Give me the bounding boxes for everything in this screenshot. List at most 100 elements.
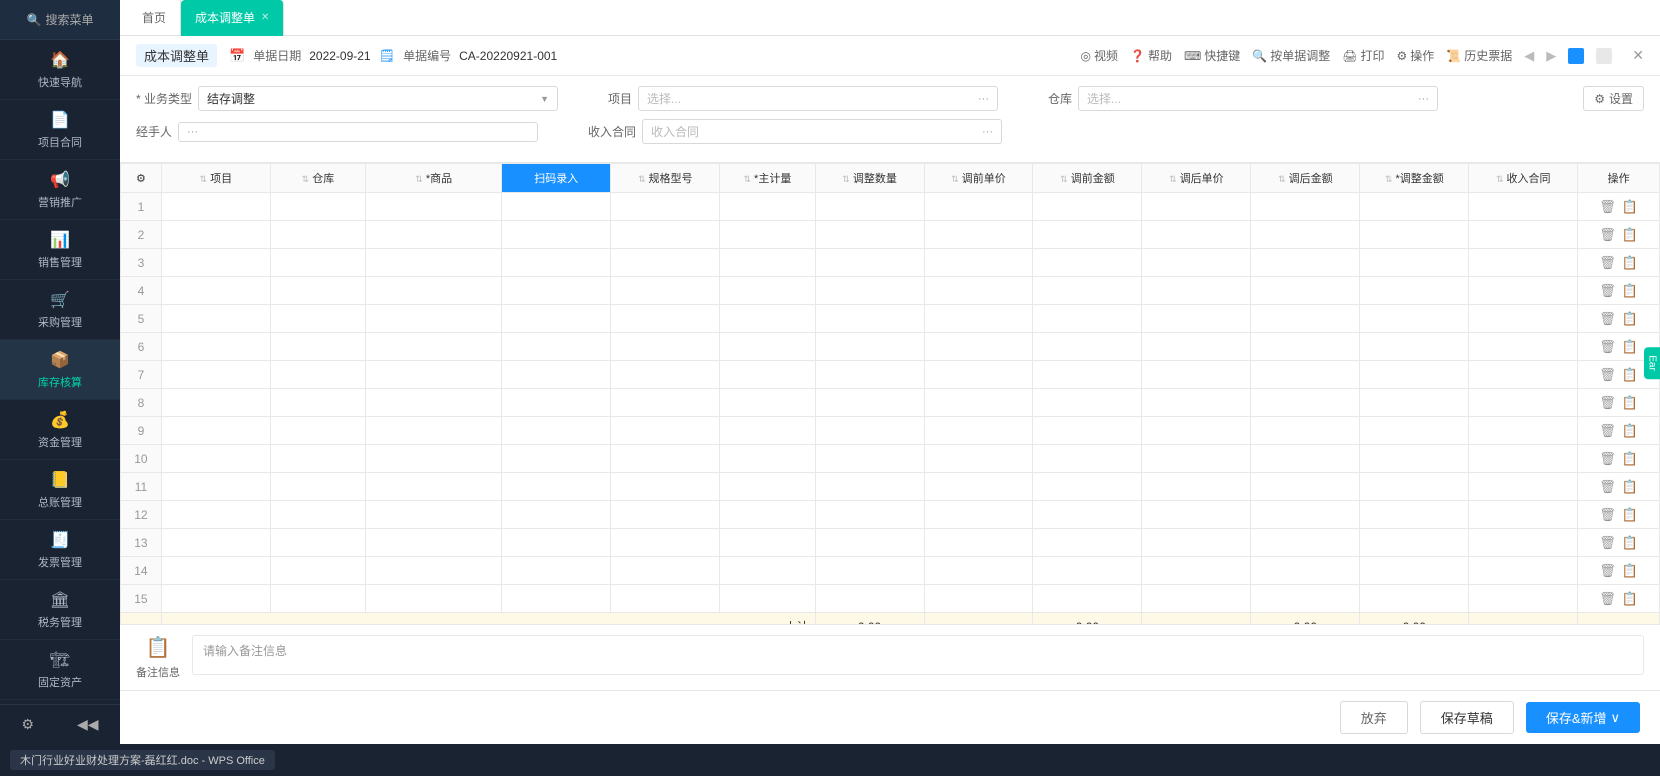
copy-row-icon[interactable]: 📋	[1622, 255, 1638, 271]
save-new-button[interactable]: 保存&新增 ∨	[1526, 702, 1640, 733]
delete-row-icon[interactable]: 🗑	[1599, 479, 1616, 495]
cell-adj-qty[interactable]	[815, 333, 924, 361]
cell-income[interactable]	[1469, 193, 1578, 221]
cell-unit[interactable]	[720, 389, 815, 417]
delete-row-icon[interactable]: 🗑	[1599, 283, 1616, 299]
cell-income[interactable]	[1469, 529, 1578, 557]
cell-post-amount[interactable]	[1251, 417, 1360, 445]
cell-project[interactable]	[161, 221, 270, 249]
cell-post-amount[interactable]	[1251, 501, 1360, 529]
cell-warehouse[interactable]	[270, 193, 365, 221]
cell-spec[interactable]	[611, 529, 720, 557]
cell-post-amount[interactable]	[1251, 277, 1360, 305]
cell-goods[interactable]	[366, 193, 502, 221]
cell-project[interactable]	[161, 557, 270, 585]
view-btn[interactable]: ◎视频	[1080, 47, 1118, 64]
cell-post-price[interactable]	[1142, 361, 1251, 389]
cell-unit[interactable]	[720, 473, 815, 501]
cell-scan[interactable]	[502, 249, 611, 277]
cell-adj-amount[interactable]	[1360, 249, 1469, 277]
cell-adj-qty[interactable]	[815, 417, 924, 445]
cell-spec[interactable]	[611, 557, 720, 585]
cell-pre-price[interactable]	[924, 193, 1033, 221]
cell-pre-amount[interactable]	[1033, 305, 1142, 333]
cell-pre-amount[interactable]	[1033, 417, 1142, 445]
cell-adj-amount[interactable]	[1360, 221, 1469, 249]
delete-row-icon[interactable]: 🗑	[1599, 535, 1616, 551]
copy-row-icon[interactable]: 📋	[1622, 367, 1638, 383]
cell-pre-price[interactable]	[924, 473, 1033, 501]
cell-pre-amount[interactable]	[1033, 221, 1142, 249]
delete-row-icon[interactable]: 🗑	[1599, 507, 1616, 523]
cell-goods[interactable]	[366, 305, 502, 333]
cell-post-price[interactable]	[1142, 557, 1251, 585]
sidebar-search[interactable]: 🔍 搜索菜单	[0, 0, 120, 40]
col-scan[interactable]: 扫码录入	[502, 164, 611, 193]
cell-scan[interactable]	[502, 389, 611, 417]
nav-next[interactable]: ▶	[1546, 48, 1556, 64]
cell-pre-price[interactable]	[924, 529, 1033, 557]
cell-unit[interactable]	[720, 529, 815, 557]
cell-income[interactable]	[1469, 277, 1578, 305]
cell-warehouse[interactable]	[270, 389, 365, 417]
delete-row-icon[interactable]: 🗑	[1599, 563, 1616, 579]
cell-project[interactable]	[161, 277, 270, 305]
cell-warehouse[interactable]	[270, 417, 365, 445]
tab-home[interactable]: 首页	[128, 0, 181, 36]
cell-spec[interactable]	[611, 277, 720, 305]
cell-pre-price[interactable]	[924, 221, 1033, 249]
cell-pre-amount[interactable]	[1033, 249, 1142, 277]
delete-row-icon[interactable]: 🗑	[1599, 367, 1616, 383]
cell-post-price[interactable]	[1142, 333, 1251, 361]
sidebar-item-invoice[interactable]: 🧾 发票管理	[0, 520, 120, 580]
cell-income[interactable]	[1469, 501, 1578, 529]
cell-adj-amount[interactable]	[1360, 305, 1469, 333]
cell-pre-price[interactable]	[924, 417, 1033, 445]
cell-adj-qty[interactable]	[815, 361, 924, 389]
cell-post-price[interactable]	[1142, 585, 1251, 613]
cell-project[interactable]	[161, 249, 270, 277]
cell-adj-amount[interactable]	[1360, 193, 1469, 221]
cell-project[interactable]	[161, 473, 270, 501]
cell-income[interactable]	[1469, 557, 1578, 585]
copy-row-icon[interactable]: 📋	[1622, 283, 1638, 299]
cell-adj-amount[interactable]	[1360, 585, 1469, 613]
cell-project[interactable]	[161, 529, 270, 557]
cell-spec[interactable]	[611, 249, 720, 277]
cell-pre-price[interactable]	[924, 557, 1033, 585]
tab-cost-adjust[interactable]: 成本调整单 ✕	[181, 0, 284, 36]
cell-goods[interactable]	[366, 277, 502, 305]
cell-post-amount[interactable]	[1251, 585, 1360, 613]
cell-pre-amount[interactable]	[1033, 277, 1142, 305]
history-btn[interactable]: 📜历史票据	[1446, 47, 1512, 64]
cell-pre-amount[interactable]	[1033, 193, 1142, 221]
cell-spec[interactable]	[611, 585, 720, 613]
cell-warehouse[interactable]	[270, 501, 365, 529]
cell-spec[interactable]	[611, 221, 720, 249]
delete-row-icon[interactable]: 🗑	[1599, 339, 1616, 355]
cell-project[interactable]	[161, 501, 270, 529]
cell-adj-amount[interactable]	[1360, 501, 1469, 529]
cell-post-amount[interactable]	[1251, 193, 1360, 221]
cell-post-amount[interactable]	[1251, 445, 1360, 473]
save-draft-button[interactable]: 保存草稿	[1420, 701, 1514, 734]
cell-adj-qty[interactable]	[815, 249, 924, 277]
cell-spec[interactable]	[611, 473, 720, 501]
view-mode-icon[interactable]	[1568, 48, 1584, 64]
copy-row-icon[interactable]: 📋	[1622, 507, 1638, 523]
cell-goods[interactable]	[366, 529, 502, 557]
delete-row-icon[interactable]: 🗑	[1599, 255, 1616, 271]
copy-row-icon[interactable]: 📋	[1622, 199, 1638, 215]
copy-row-icon[interactable]: 📋	[1622, 311, 1638, 327]
cell-pre-price[interactable]	[924, 445, 1033, 473]
cell-warehouse[interactable]	[270, 249, 365, 277]
cell-project[interactable]	[161, 305, 270, 333]
sidebar-item-quick-nav[interactable]: 🏠 快速导航	[0, 40, 120, 100]
copy-row-icon[interactable]: 📋	[1622, 479, 1638, 495]
cell-goods[interactable]	[366, 249, 502, 277]
cell-goods[interactable]	[366, 417, 502, 445]
cell-pre-amount[interactable]	[1033, 361, 1142, 389]
cell-warehouse[interactable]	[270, 473, 365, 501]
cell-pre-price[interactable]	[924, 277, 1033, 305]
sidebar-item-tax[interactable]: 🏛 税务管理	[0, 580, 120, 640]
